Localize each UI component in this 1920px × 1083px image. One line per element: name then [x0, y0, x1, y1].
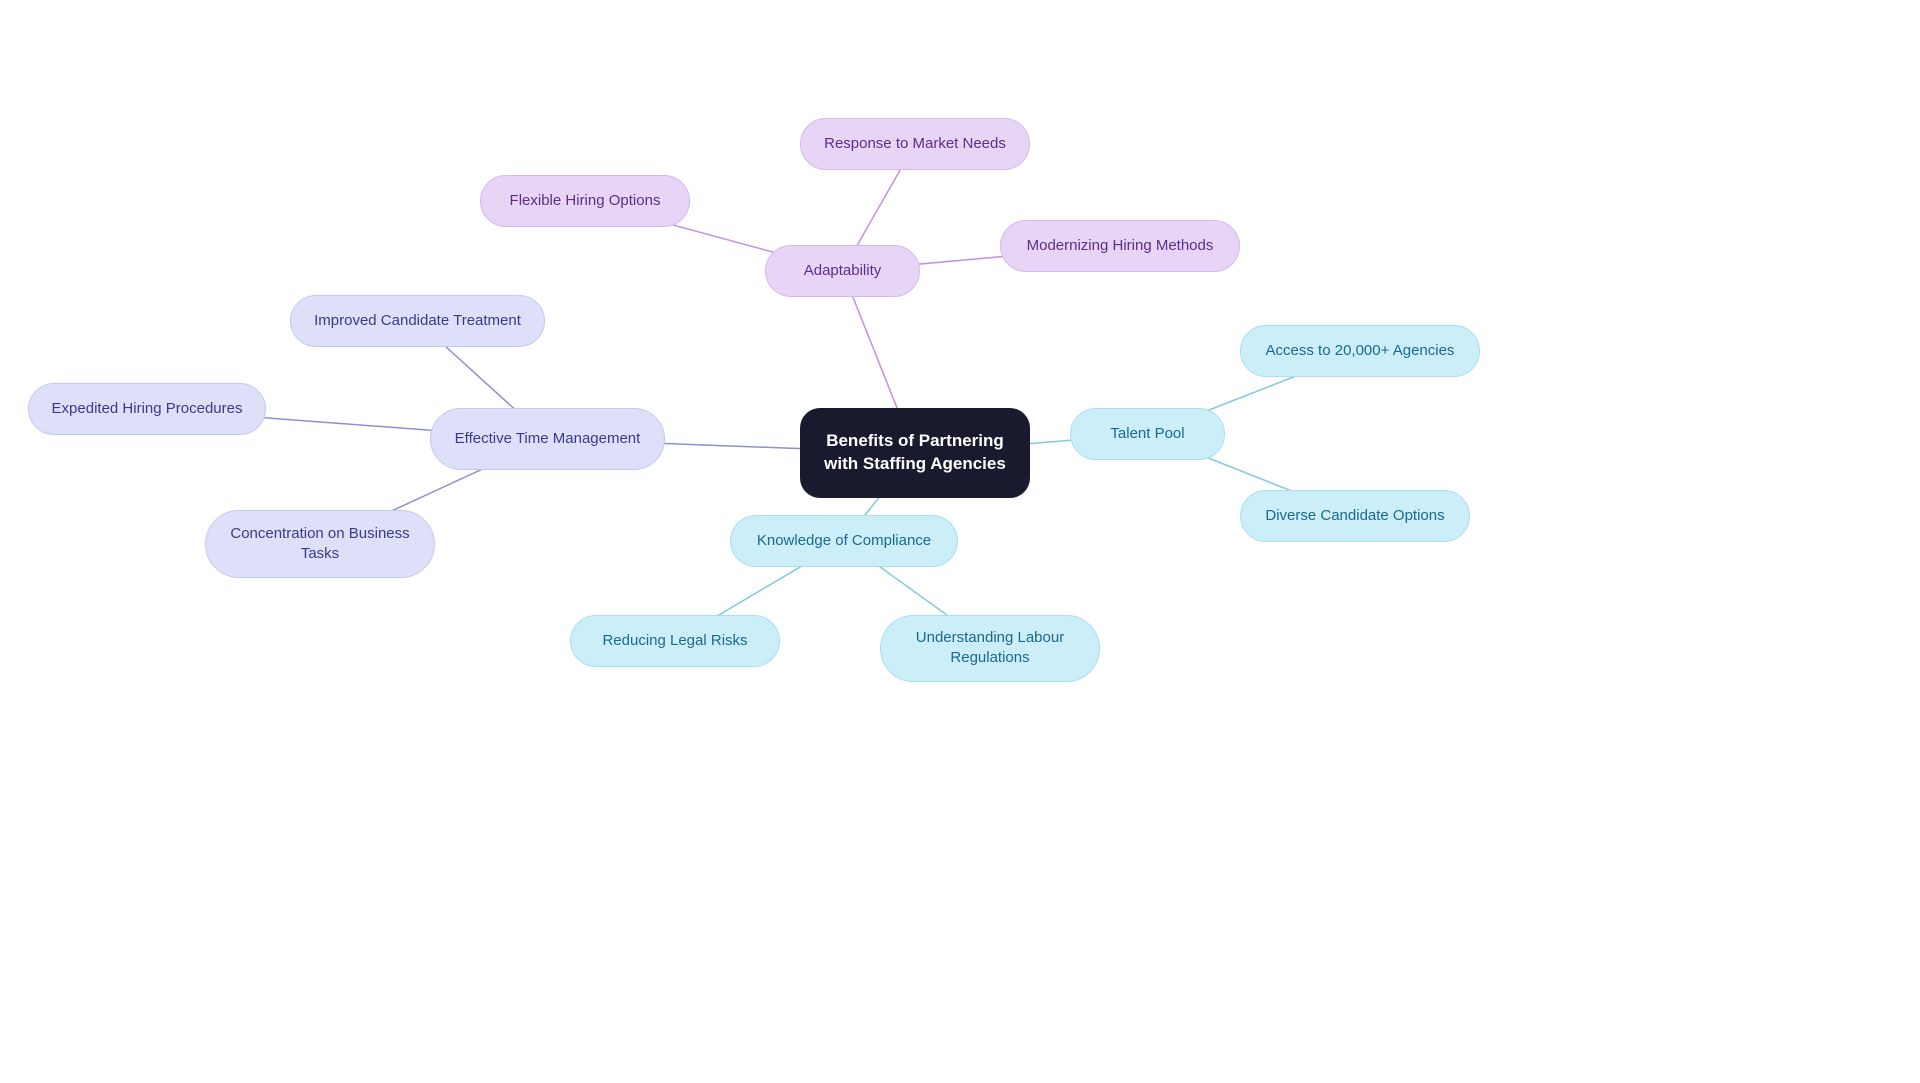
node-modernizing: Modernizing Hiring Methods	[1000, 220, 1240, 272]
node-expedited: Expedited Hiring Procedures	[28, 383, 266, 435]
node-improved-candidate: Improved Candidate Treatment	[290, 295, 545, 347]
node-access-agencies: Access to 20,000+ Agencies	[1240, 325, 1480, 377]
node-diverse-candidate: Diverse Candidate Options	[1240, 490, 1470, 542]
node-concentration: Concentration on Business Tasks	[205, 510, 435, 578]
node-understanding-labour: Understanding Labour Regulations	[880, 615, 1100, 682]
node-flexible-hiring: Flexible Hiring Options	[480, 175, 690, 227]
node-knowledge-compliance: Knowledge of Compliance	[730, 515, 958, 567]
center-node: Benefits of Partnering with Staffing Age…	[800, 408, 1030, 498]
mindmap-container: Benefits of Partnering with Staffing Age…	[0, 0, 1920, 1083]
node-response-market: Response to Market Needs	[800, 118, 1030, 170]
node-reducing-legal: Reducing Legal Risks	[570, 615, 780, 667]
node-effective-time: Effective Time Management	[430, 408, 665, 470]
node-talent-pool: Talent Pool	[1070, 408, 1225, 460]
node-adaptability: Adaptability	[765, 245, 920, 297]
